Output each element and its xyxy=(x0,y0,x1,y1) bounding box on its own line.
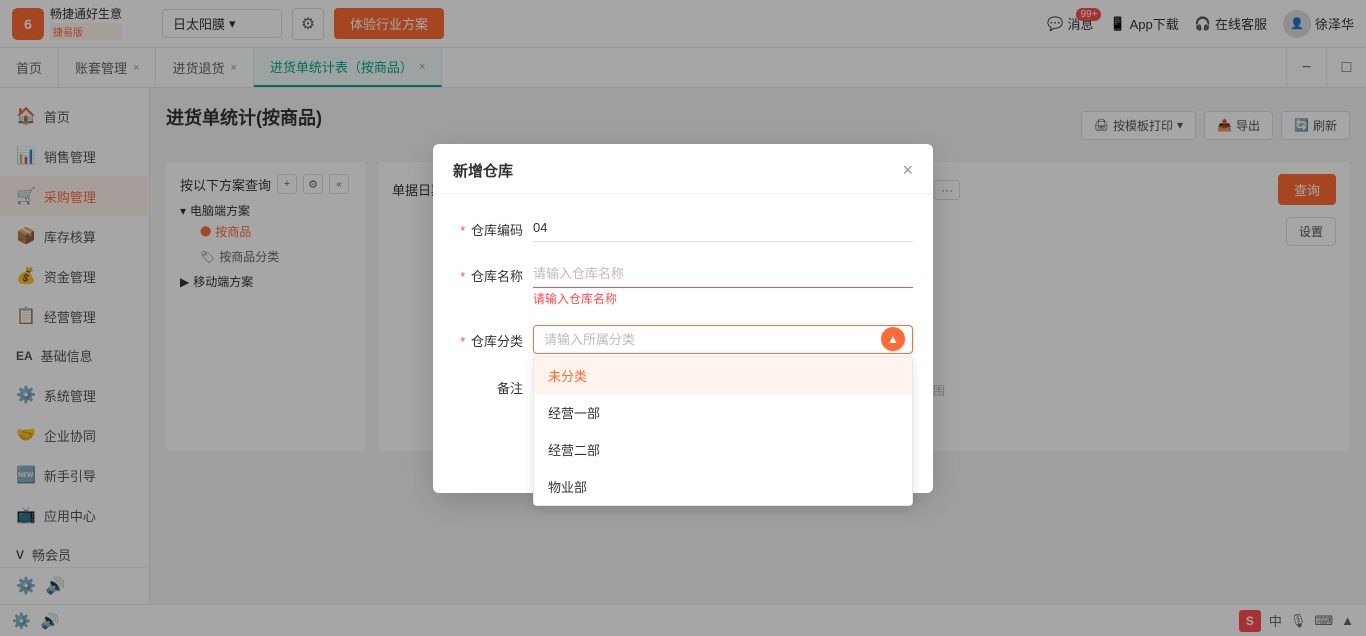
category-option-dept1[interactable]: 经营一部 xyxy=(534,394,912,431)
warehouse-name-input-wrap: 请输入仓库名称 xyxy=(533,260,913,307)
warehouse-name-label: * 仓库名称 xyxy=(453,260,533,285)
category-option-dept2[interactable]: 经营二部 xyxy=(534,431,912,468)
modal-title: 新增仓库 xyxy=(453,160,513,181)
category-option-uncategorized[interactable]: 未分类 xyxy=(534,357,912,394)
warehouse-category-input[interactable] xyxy=(533,325,913,354)
warehouse-remark-label: 备注 xyxy=(453,372,533,397)
warehouse-category-input-wrap: ▲ 未分类 经营一部 经营二部 物业部 xyxy=(533,325,913,354)
category-option-property[interactable]: 物业部 xyxy=(534,468,912,505)
warehouse-category-label: * 仓库分类 xyxy=(453,325,533,350)
modal-overlay: 新增仓库 × * 仓库编码 * 仓库名称 xyxy=(0,0,1366,636)
category-dropdown: 未分类 经营一部 经营二部 物业部 xyxy=(533,356,913,506)
warehouse-code-input-wrap xyxy=(533,214,913,242)
modal-body: * 仓库编码 * 仓库名称 请输入仓库名称 xyxy=(433,194,933,434)
category-arrow-button[interactable]: ▲ xyxy=(881,327,905,351)
required-mark: * xyxy=(460,223,465,238)
add-warehouse-modal: 新增仓库 × * 仓库编码 * 仓库名称 xyxy=(433,144,933,493)
warehouse-name-error: 请输入仓库名称 xyxy=(533,290,913,307)
required-mark-2: * xyxy=(460,269,465,284)
warehouse-code-label: * 仓库编码 xyxy=(453,214,533,239)
warehouse-code-row: * 仓库编码 xyxy=(453,214,913,242)
modal-header: 新增仓库 × xyxy=(433,144,933,194)
warehouse-name-row: * 仓库名称 请输入仓库名称 xyxy=(453,260,913,307)
required-mark-3: * xyxy=(460,334,465,349)
modal-close-button[interactable]: × xyxy=(902,161,913,179)
warehouse-name-input[interactable] xyxy=(533,260,913,288)
warehouse-category-row: * 仓库分类 ▲ 未分类 经营一部 经营二部 物业部 xyxy=(453,325,913,354)
warehouse-code-input[interactable] xyxy=(533,214,913,242)
